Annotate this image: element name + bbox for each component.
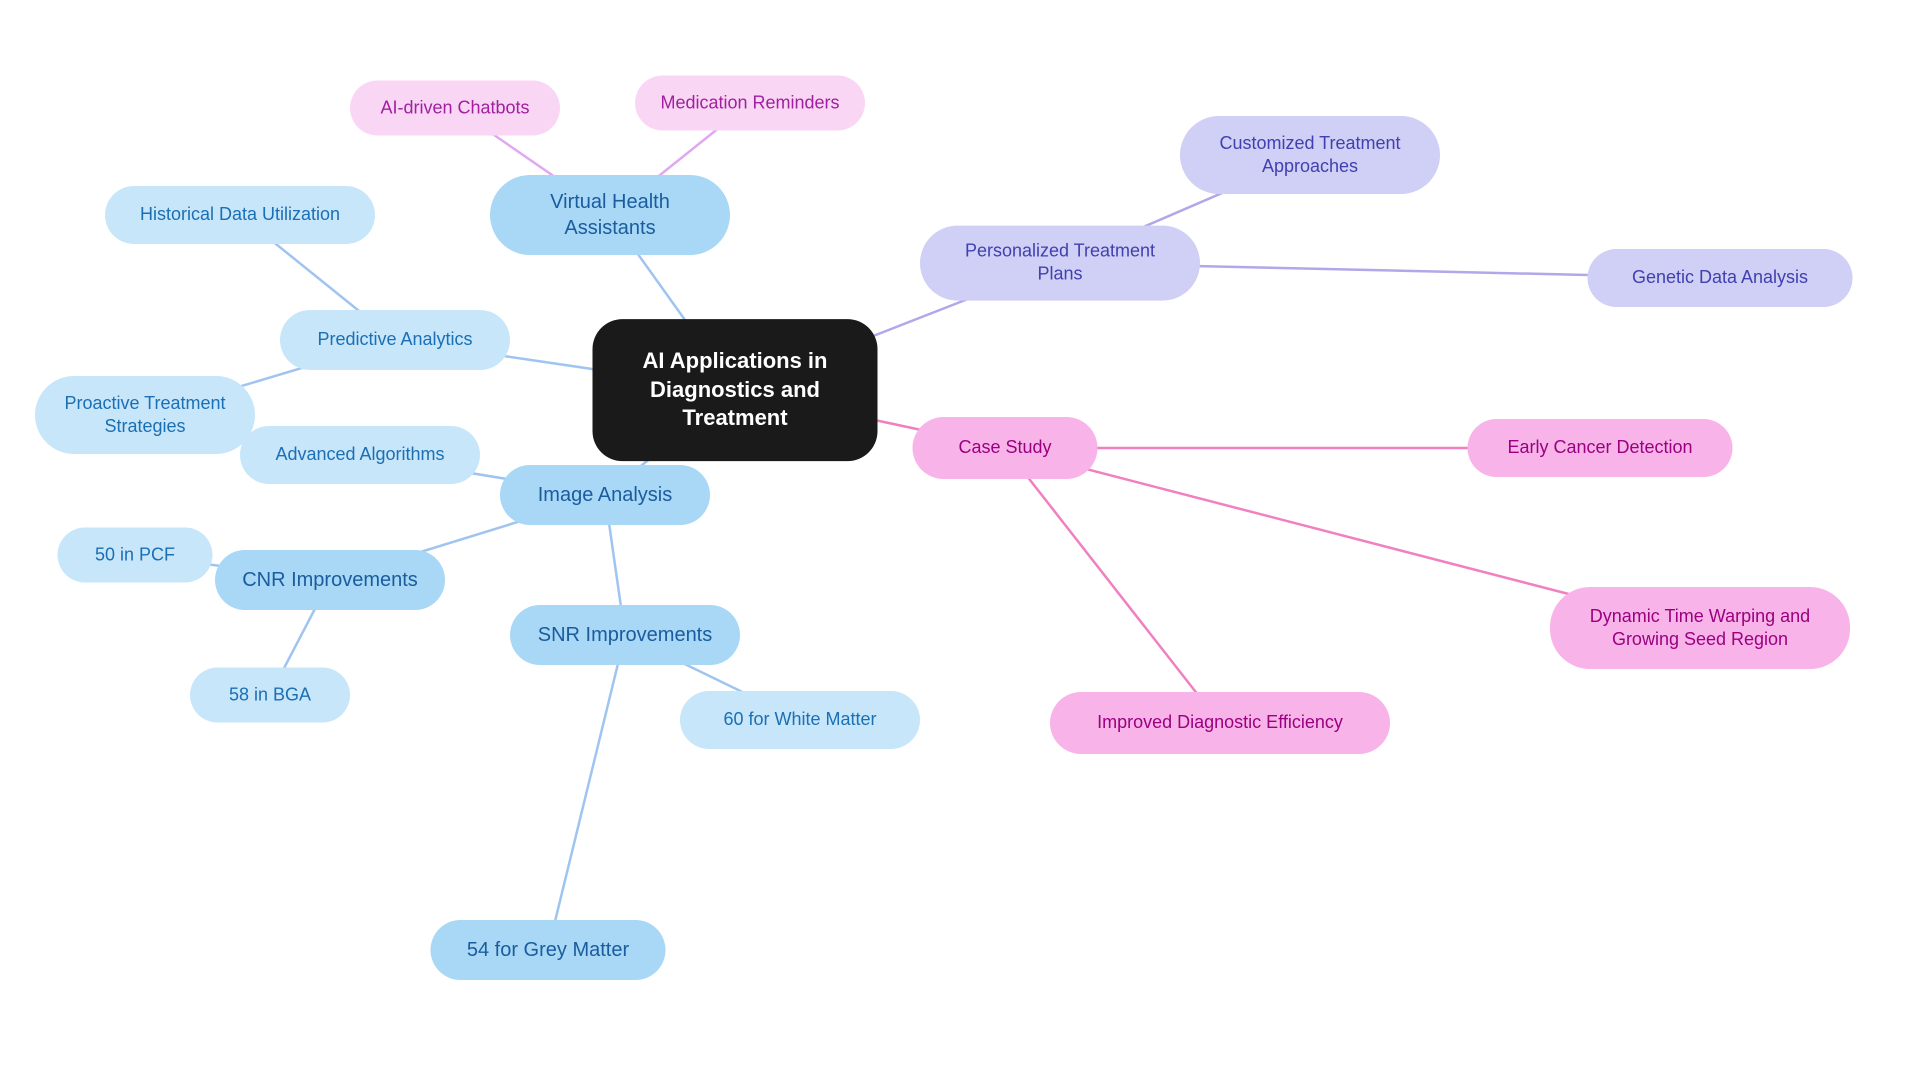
node-improved_diag: Improved Diagnostic Efficiency xyxy=(1050,692,1390,754)
node-historical: Historical Data Utilization xyxy=(105,186,375,244)
node-white: 60 for White Matter xyxy=(680,691,920,749)
node-cnr: CNR Improvements xyxy=(215,550,445,610)
node-center: AI Applications in Diagnostics and Treat… xyxy=(593,319,878,461)
node-customized: Customized Treatment Approaches xyxy=(1180,116,1440,194)
mindmap-container: AI Applications in Diagnostics and Treat… xyxy=(0,0,1920,1083)
node-ai_chatbots: AI-driven Chatbots xyxy=(350,81,560,136)
node-image_analysis: Image Analysis xyxy=(500,465,710,525)
node-virtual_health: Virtual Health Assistants xyxy=(490,175,730,255)
node-predictive: Predictive Analytics xyxy=(280,310,510,370)
node-bga: 58 in BGA xyxy=(190,668,350,723)
node-pcf: 50 in PCF xyxy=(58,528,213,583)
node-snr: SNR Improvements xyxy=(510,605,740,665)
node-advanced_algo: Advanced Algorithms xyxy=(240,426,480,484)
node-genetic: Genetic Data Analysis xyxy=(1588,249,1853,307)
node-grey: 54 for Grey Matter xyxy=(431,920,666,980)
connection-lines xyxy=(0,0,1920,1083)
node-proactive: Proactive Treatment Strategies xyxy=(35,376,255,454)
node-dtw: Dynamic Time Warping and Growing Seed Re… xyxy=(1550,587,1850,669)
node-early_cancer: Early Cancer Detection xyxy=(1468,419,1733,477)
node-personalized: Personalized Treatment Plans xyxy=(920,226,1200,301)
node-medication: Medication Reminders xyxy=(635,76,865,131)
node-case_study: Case Study xyxy=(913,417,1098,479)
